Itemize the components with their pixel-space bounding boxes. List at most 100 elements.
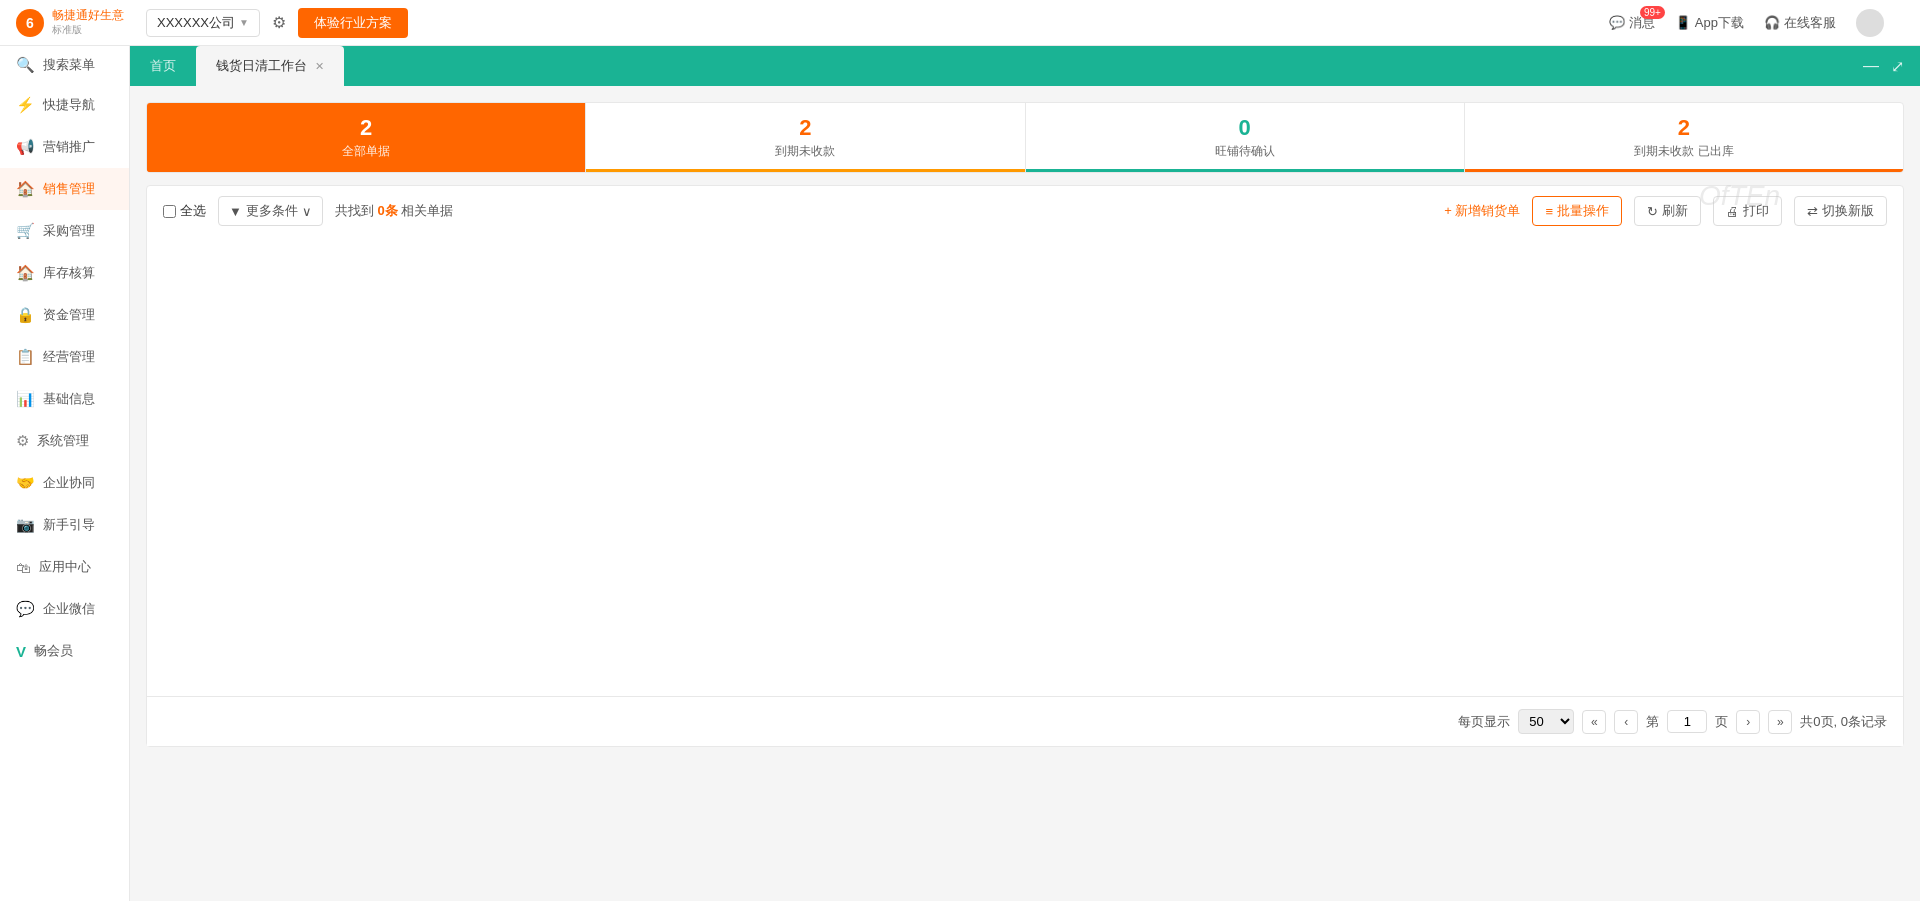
online-support-action[interactable]: 🎧 在线客服 (1764, 14, 1836, 32)
company-name: XXXXXX公司 (157, 14, 235, 32)
tab-bar-actions: — ⤢ (1863, 57, 1920, 76)
select-all-checkbox[interactable] (163, 205, 176, 218)
sidebar-item-system[interactable]: ⚙ 系统管理 (0, 420, 129, 462)
batch-icon: ≡ (1545, 204, 1553, 219)
sidebar-item-enterprise[interactable]: 🤝 企业协同 (0, 462, 129, 504)
app-download-action[interactable]: 📱 App下载 (1675, 14, 1744, 32)
message-icon: 💬 (1609, 15, 1625, 30)
sidebar-item-label: 资金管理 (43, 306, 95, 324)
sidebar-item-basic-info[interactable]: 📊 基础信息 (0, 378, 129, 420)
stat-indicator-wangpu (1026, 169, 1464, 172)
stat-card-wangpu[interactable]: 0 旺铺待确认 (1026, 103, 1465, 172)
app-download-icon: 📱 (1675, 15, 1691, 30)
tab-home-label: 首页 (150, 57, 176, 75)
sidebar-item-capital[interactable]: 🔒 资金管理 (0, 294, 129, 336)
system-icon: ⚙ (16, 432, 29, 450)
found-text: 共找到 0条 相关单据 (335, 202, 453, 220)
last-page-button[interactable]: » (1768, 710, 1792, 734)
stat-num-overdue: 2 (606, 115, 1004, 141)
filter-button[interactable]: ▼ 更多条件 ∨ (218, 196, 323, 226)
sidebar-item-sales[interactable]: 🏠 销售管理 (0, 168, 129, 210)
switch-version-button[interactable]: ⇄ 切换新版 (1794, 196, 1887, 226)
online-support-label: 在线客服 (1784, 14, 1836, 32)
print-label: 打印 (1743, 202, 1769, 220)
sidebar: 🔍 搜索菜单 ⚡ 快捷导航 📢 营销推广 🏠 销售管理 🛒 采购管理 🏠 库存核… (0, 46, 130, 901)
print-button[interactable]: 🖨 打印 (1713, 196, 1782, 226)
message-action[interactable]: 💬 消息 99+ (1609, 14, 1655, 32)
found-count: 0条 (378, 203, 398, 218)
sidebar-item-label: 基础信息 (43, 390, 95, 408)
next-page-button[interactable]: › (1736, 710, 1760, 734)
tab-maximize-icon[interactable]: ⤢ (1891, 57, 1904, 76)
add-sales-order-button[interactable]: + 新增销货单 (1444, 202, 1520, 220)
tab-home[interactable]: 首页 (130, 46, 196, 86)
toolbar-right: + 新增销货单 ≡ 批量操作 ↻ 刷新 🖨 打印 ⇄ (1444, 196, 1887, 226)
stat-card-unship[interactable]: 2 到期未收款 已出库 (1465, 103, 1903, 172)
stat-num-all: 2 (167, 115, 565, 141)
table-area: 全选 ▼ 更多条件 ∨ 共找到 0条 相关单据 + 新增销货单 (146, 185, 1904, 747)
select-all-label: 全选 (180, 202, 206, 220)
sidebar-item-app-center[interactable]: 🛍 应用中心 (0, 546, 129, 588)
pagination: 每页显示 50 10 20 100 « ‹ 第 页 › » 共0页, 0条记录 (147, 696, 1903, 746)
refresh-button[interactable]: ↻ 刷新 (1634, 196, 1701, 226)
sidebar-item-label: 经营管理 (43, 348, 95, 366)
stat-card-overdue[interactable]: 2 到期未收款 (586, 103, 1025, 172)
found-text-label: 共找到 (335, 203, 374, 218)
member-icon: V (16, 643, 26, 660)
tab-close-icon[interactable]: ✕ (315, 60, 324, 73)
current-page-input[interactable] (1667, 710, 1707, 733)
sidebar-item-label: 库存核算 (43, 264, 95, 282)
sales-icon: 🏠 (16, 180, 35, 198)
logo-icon: 6 (16, 9, 44, 37)
stat-num-unship: 2 (1485, 115, 1883, 141)
switch-icon: ⇄ (1807, 204, 1818, 219)
search-icon: 🔍 (16, 56, 35, 74)
sidebar-item-quick-nav[interactable]: ⚡ 快捷导航 (0, 84, 129, 126)
capital-icon: 🔒 (16, 306, 35, 324)
sidebar-item-marketing[interactable]: 📢 营销推广 (0, 126, 129, 168)
tab-bar: 首页 钱货日清工作台 ✕ — ⤢ (130, 46, 1920, 86)
stat-card-all[interactable]: 2 全部单据 (147, 103, 586, 172)
sidebar-item-purchase[interactable]: 🛒 采购管理 (0, 210, 129, 252)
stat-indicator-all (147, 169, 585, 172)
sidebar-item-member[interactable]: V 畅会员 (0, 630, 129, 672)
refresh-label: 刷新 (1662, 202, 1688, 220)
purchase-icon: 🛒 (16, 222, 35, 240)
logo-badge: 标准版 (52, 23, 124, 37)
tab-cash-goods[interactable]: 钱货日清工作台 ✕ (196, 46, 344, 86)
logo-text-area: 畅捷通好生意 标准版 (52, 8, 124, 38)
batch-operation-button[interactable]: ≡ 批量操作 (1532, 196, 1622, 226)
stat-indicator-overdue (586, 169, 1024, 172)
select-all-checkbox-label[interactable]: 全选 (163, 202, 206, 220)
toolbar: 全选 ▼ 更多条件 ∨ 共找到 0条 相关单据 + 新增销货单 (147, 186, 1903, 236)
page-label: 页 (1715, 713, 1728, 731)
marketing-icon: 📢 (16, 138, 35, 156)
sidebar-item-label: 新手引导 (43, 516, 95, 534)
stat-label-unship: 到期未收款 已出库 (1485, 143, 1883, 160)
sidebar-item-operations[interactable]: 📋 经营管理 (0, 336, 129, 378)
prev-page-button[interactable]: ‹ (1614, 710, 1638, 734)
guide-icon: 📷 (16, 516, 35, 534)
tab-minimize-icon[interactable]: — (1863, 57, 1879, 75)
toolbar-left: 全选 ▼ 更多条件 ∨ 共找到 0条 相关单据 (163, 196, 453, 226)
total-info: 共0页, 0条记录 (1800, 713, 1887, 731)
first-page-button[interactable]: « (1582, 710, 1606, 734)
page-size-select[interactable]: 50 10 20 100 (1518, 709, 1574, 734)
refresh-icon: ↻ (1647, 204, 1658, 219)
inventory-icon: 🏠 (16, 264, 35, 282)
user-avatar[interactable] (1856, 9, 1884, 37)
sidebar-item-inventory[interactable]: 🏠 库存核算 (0, 252, 129, 294)
trial-button[interactable]: 体验行业方案 (298, 8, 408, 38)
header-right: 💬 消息 99+ 📱 App下载 🎧 在线客服 (1609, 9, 1904, 37)
sidebar-item-label: 营销推广 (43, 138, 95, 156)
sidebar-item-label: 快捷导航 (43, 96, 95, 114)
company-selector[interactable]: XXXXXX公司 ▼ (146, 9, 260, 37)
stat-label-overdue: 到期未收款 (606, 143, 1004, 160)
sidebar-item-wechat[interactable]: 💬 企业微信 (0, 588, 129, 630)
sidebar-item-guide[interactable]: 📷 新手引导 (0, 504, 129, 546)
settings-icon[interactable]: ⚙ (272, 13, 286, 32)
sidebar-search[interactable]: 🔍 搜索菜单 (0, 46, 129, 84)
filter-down-icon: ∨ (302, 204, 312, 219)
stats-bar: 2 全部单据 2 到期未收款 0 旺铺待确认 2 到期未收款 已出库 (146, 102, 1904, 173)
table-body (147, 236, 1903, 696)
